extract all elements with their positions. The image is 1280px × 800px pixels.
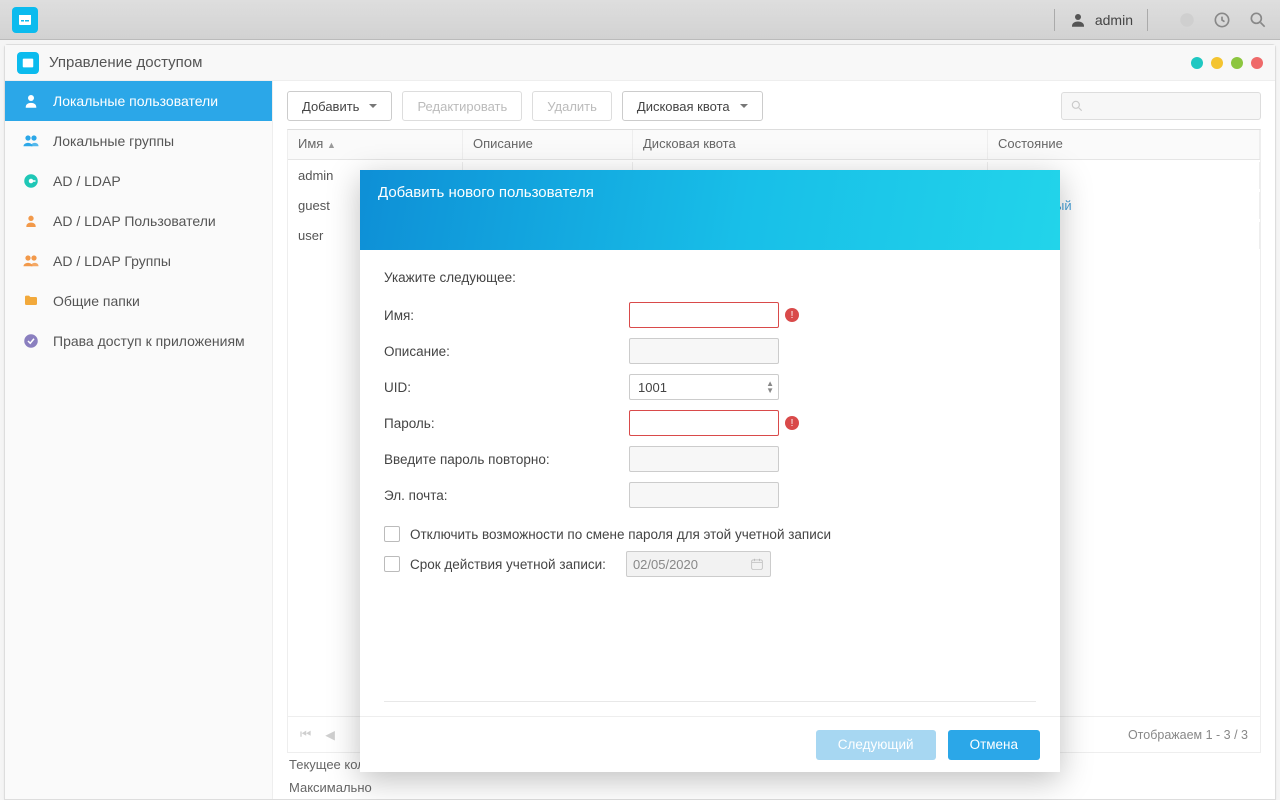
- users-group-icon: [21, 131, 41, 151]
- user-orange-icon: [21, 211, 41, 231]
- disallow-password-change-checkbox[interactable]: [384, 526, 400, 542]
- page-prev-icon[interactable]: ◀: [325, 727, 335, 742]
- col-state[interactable]: Состояние: [988, 130, 1260, 159]
- page-first-icon[interactable]: ⏮: [300, 727, 311, 742]
- col-name[interactable]: Имя ▲: [288, 130, 463, 159]
- dialog-body: Укажите следующее: Имя: ! Описание: UID:…: [360, 250, 1060, 701]
- dialog-intro: Укажите следующее:: [384, 270, 1036, 285]
- uid-stepper[interactable]: 1001 ▲▼: [629, 374, 779, 400]
- window-maximize-button[interactable]: [1231, 57, 1243, 69]
- calendar-icon: [750, 557, 764, 571]
- label-desc: Описание:: [384, 344, 629, 359]
- col-quota[interactable]: Дисковая квота: [633, 130, 988, 159]
- activity-icon[interactable]: [1212, 10, 1232, 30]
- pager: ⏮ ◀: [300, 727, 335, 742]
- delete-button: Удалить: [532, 91, 612, 121]
- label-name: Имя:: [384, 308, 629, 323]
- account-expiry-label: Срок действия учетной записи:: [410, 557, 606, 572]
- sidebar-item-shared-folders[interactable]: Общие папки: [5, 281, 272, 321]
- sidebar-item-label: AD / LDAP: [53, 173, 121, 189]
- sidebar-item-label: Локальные группы: [53, 133, 174, 149]
- sidebar-item-local-users[interactable]: Локальные пользователи: [5, 81, 272, 121]
- username-label: admin: [1095, 12, 1133, 28]
- col-desc[interactable]: Описание: [463, 130, 633, 159]
- password-repeat-field[interactable]: [629, 446, 779, 472]
- window-title: Управление доступом: [49, 54, 202, 71]
- sidebar-item-label: AD / LDAP Группы: [53, 253, 171, 269]
- dialog-title: Добавить нового пользователя: [378, 184, 594, 201]
- system-bar: admin: [0, 0, 1280, 40]
- edit-button: Редактировать: [402, 91, 522, 121]
- current-user[interactable]: admin: [1069, 11, 1133, 29]
- folder-icon: [21, 291, 41, 311]
- record-count: Отображаем 1 - 3 / 3: [1128, 728, 1248, 742]
- app-perms-icon: [21, 331, 41, 351]
- toolbar: Добавить Редактировать Удалить Дисковая …: [287, 91, 1261, 121]
- stepper-arrows-icon[interactable]: ▲▼: [766, 380, 774, 394]
- window-controls: [1191, 57, 1263, 69]
- window-icon: [17, 52, 39, 74]
- dialog-header: Добавить нового пользователя: [360, 170, 1060, 250]
- key-icon: [21, 171, 41, 191]
- window-help-button[interactable]: [1191, 57, 1203, 69]
- email-field[interactable]: [629, 482, 779, 508]
- sidebar: Локальные пользователи Локальные группы …: [5, 81, 273, 799]
- error-icon: !: [785, 308, 799, 322]
- add-user-dialog: Добавить нового пользователя Укажите сле…: [360, 170, 1060, 772]
- grid-header: Имя ▲ Описание Дисковая квота Состояние: [288, 130, 1260, 160]
- search-input[interactable]: [1061, 92, 1261, 120]
- label-password-repeat: Введите пароль повторно:: [384, 452, 629, 467]
- sidebar-item-ad-groups[interactable]: AD / LDAP Группы: [5, 241, 272, 281]
- error-icon: !: [785, 416, 799, 430]
- window-minimize-button[interactable]: [1211, 57, 1223, 69]
- window-close-button[interactable]: [1251, 57, 1263, 69]
- user-single-icon: [21, 91, 41, 111]
- sidebar-item-ad-users[interactable]: AD / LDAP Пользователи: [5, 201, 272, 241]
- sidebar-item-label: Права доступ к приложениям: [53, 333, 245, 349]
- label-email: Эл. почта:: [384, 488, 629, 503]
- search-system-icon[interactable]: [1248, 10, 1268, 30]
- description-field[interactable]: [629, 338, 779, 364]
- expiry-date-input[interactable]: 02/05/2020: [626, 551, 771, 577]
- sidebar-item-local-groups[interactable]: Локальные группы: [5, 121, 272, 161]
- cancel-button[interactable]: Отмена: [948, 730, 1040, 760]
- search-icon: [1070, 99, 1084, 113]
- sidebar-item-label: Общие папки: [53, 293, 140, 309]
- label-password: Пароль:: [384, 416, 629, 431]
- sidebar-item-ad-ldap[interactable]: AD / LDAP: [5, 161, 272, 201]
- disallow-password-change-label: Отключить возможности по смене пароля дл…: [410, 527, 831, 542]
- quota-button[interactable]: Дисковая квота: [622, 91, 763, 121]
- app-launcher-icon[interactable]: [12, 7, 38, 33]
- name-field[interactable]: [629, 302, 779, 328]
- next-button[interactable]: Следующий: [816, 730, 936, 760]
- status-line-2: Максимально: [287, 776, 1261, 799]
- add-button[interactable]: Добавить: [287, 91, 392, 121]
- password-field[interactable]: [629, 410, 779, 436]
- sidebar-item-app-permissions[interactable]: Права доступ к приложениям: [5, 321, 272, 361]
- label-uid: UID:: [384, 380, 629, 395]
- notification-icon[interactable]: [1178, 11, 1196, 29]
- dialog-footer: Следующий Отмена: [360, 716, 1060, 772]
- user-icon: [1069, 11, 1087, 29]
- account-expiry-checkbox[interactable]: [384, 556, 400, 572]
- users-orange-icon: [21, 251, 41, 271]
- sidebar-item-label: AD / LDAP Пользователи: [53, 213, 216, 229]
- sidebar-item-label: Локальные пользователи: [53, 93, 218, 109]
- titlebar: Управление доступом: [5, 45, 1275, 81]
